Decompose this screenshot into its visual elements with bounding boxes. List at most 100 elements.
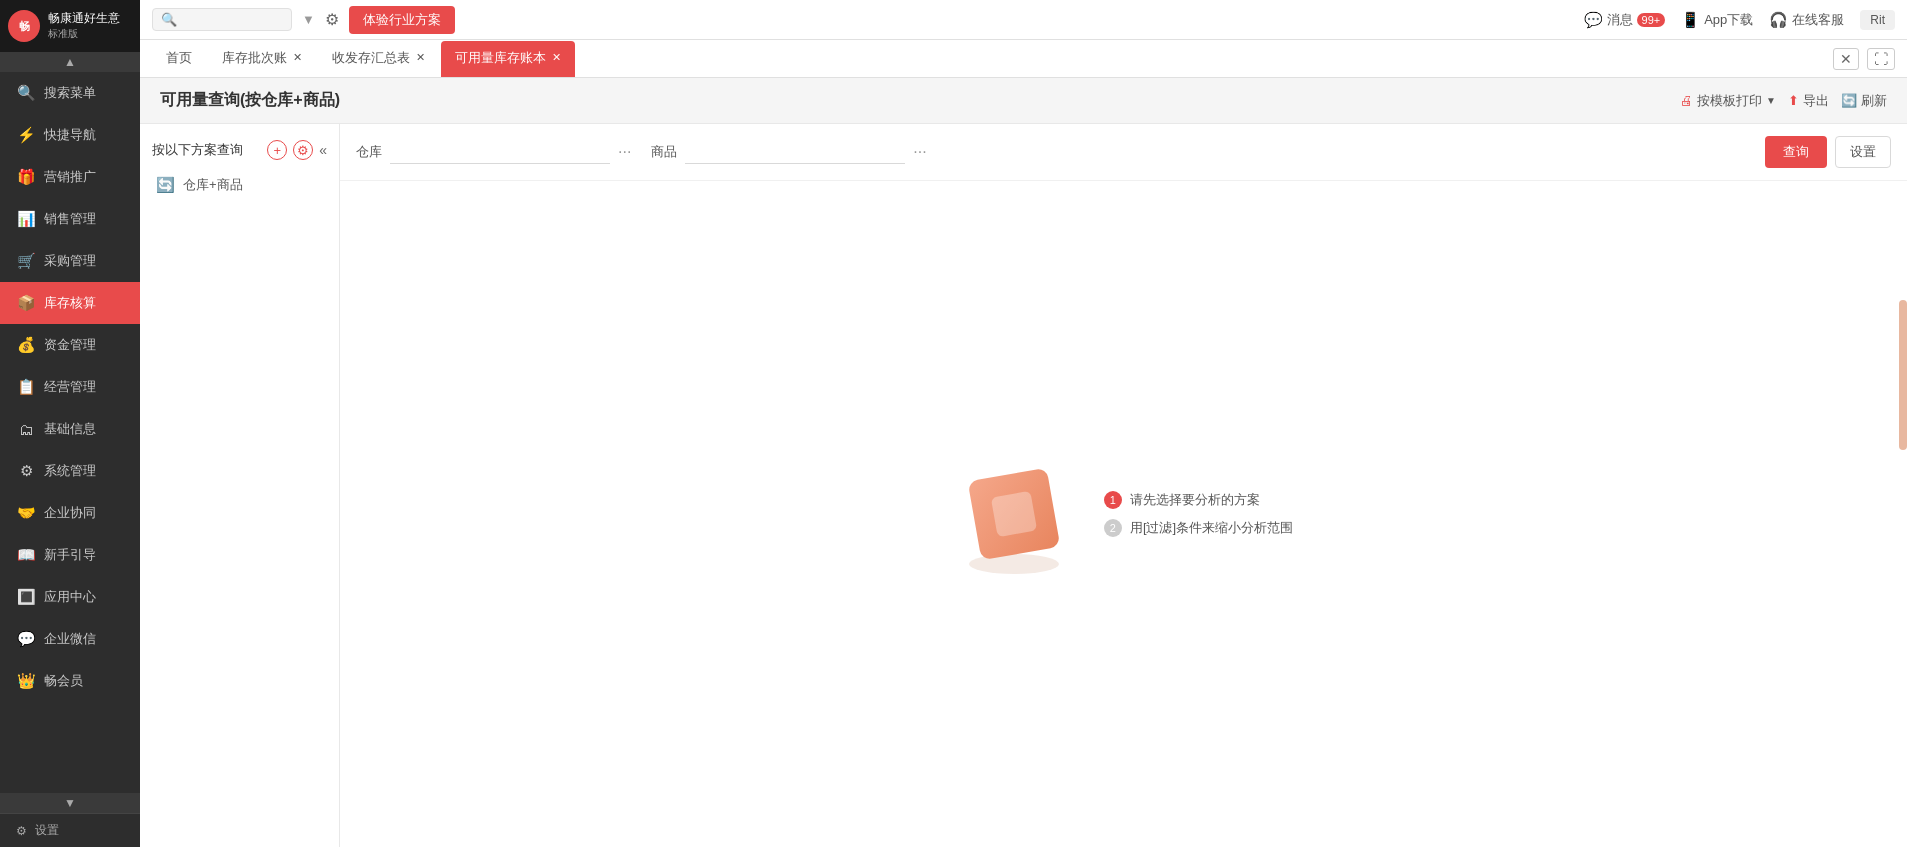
tab-batch-account-label: 库存批次账	[222, 49, 287, 67]
warehouse-more-btn[interactable]: ···	[618, 143, 631, 161]
query-actions: 查询 设置	[1765, 136, 1891, 168]
chart-icon: 📊	[16, 210, 36, 228]
warehouse-label: 仓库	[356, 143, 382, 161]
print-template-btn[interactable]: 🖨 按模板打印 ▼	[1680, 92, 1776, 110]
sidebar-item-basic-info[interactable]: 🗂 基础信息	[0, 408, 140, 450]
tab-home[interactable]: 首页	[152, 41, 206, 77]
page-header-actions: 🖨 按模板打印 ▼ ⬆ 导出 🔄 刷新	[1680, 92, 1887, 110]
filter-item-label: 仓库+商品	[183, 176, 243, 194]
phone-icon: 📱	[1681, 11, 1700, 29]
sidebar-item-newbie[interactable]: 📖 新手引导	[0, 534, 140, 576]
sidebar-item-system[interactable]: ⚙ 系统管理	[0, 450, 140, 492]
refresh-label: 刷新	[1861, 92, 1887, 110]
tab-batch-account-close[interactable]: ✕	[293, 52, 302, 63]
query-settings-btn[interactable]: 设置	[1835, 136, 1891, 168]
message-btn[interactable]: 💬 消息 99+	[1584, 11, 1666, 29]
trial-industry-btn[interactable]: 体验行业方案	[349, 6, 455, 34]
headset-icon: 🎧	[1769, 11, 1788, 29]
refresh-icon: 🔄	[1841, 93, 1857, 108]
empty-illustration	[954, 454, 1074, 574]
filter-add-btn[interactable]: +	[267, 140, 287, 160]
sidebar-item-marketing[interactable]: 🎁 营销推广	[0, 156, 140, 198]
sidebar-item-shortcut[interactable]: ⚡ 快捷导航	[0, 114, 140, 156]
sidebar-logo: 畅	[8, 10, 40, 42]
sidebar-footer-label: 设置	[35, 822, 59, 839]
refresh-btn[interactable]: 🔄 刷新	[1841, 92, 1887, 110]
hint-num-1: 1	[1104, 491, 1122, 509]
sidebar-item-sales[interactable]: 📊 销售管理	[0, 198, 140, 240]
tab-available-qty-close[interactable]: ✕	[552, 52, 561, 63]
online-service-btn[interactable]: 🎧 在线客服	[1769, 11, 1844, 29]
page-title: 可用量查询(按仓库+商品)	[160, 90, 340, 111]
sidebar-item-operations[interactable]: 📋 经营管理	[0, 366, 140, 408]
filter-header: 按以下方案查询 + ⚙ «	[140, 136, 339, 168]
page-header: 可用量查询(按仓库+商品) 🖨 按模板打印 ▼ ⬆ 导出 🔄 刷新	[140, 78, 1907, 124]
empty-box	[968, 468, 1061, 561]
sidebar-item-member[interactable]: 👑 畅会员	[0, 660, 140, 702]
sidebar-item-inventory[interactable]: 📦 库存核算	[0, 282, 140, 324]
empty-hint-1: 1 请先选择要分析的方案	[1104, 491, 1293, 509]
tab-collection-summary[interactable]: 收发存汇总表 ✕	[318, 41, 439, 77]
tab-available-qty[interactable]: 可用量库存账本 ✕	[441, 41, 575, 77]
filter-item-warehouse-product[interactable]: 🔄 仓库+商品	[140, 168, 339, 202]
empty-state-content: 1 请先选择要分析的方案 2 用[过滤]条件来缩小分析范围	[954, 454, 1293, 574]
sidebar-scroll-down[interactable]: ▼	[0, 793, 140, 813]
filter-gear-btn[interactable]: ⚙	[293, 140, 313, 160]
sidebar-item-enterprise-wechat[interactable]: 💬 企业微信	[0, 618, 140, 660]
search-icon: 🔍	[16, 84, 36, 102]
right-scrollbar[interactable]	[1899, 300, 1907, 450]
sidebar-footer[interactable]: ⚙ 设置	[0, 813, 140, 847]
warehouse-input[interactable]	[390, 140, 610, 164]
filter-collapse-btn[interactable]: «	[319, 142, 327, 158]
content-area: 按以下方案查询 + ⚙ « 🔄 仓库+商品 仓库 ···	[140, 124, 1907, 847]
query-btn[interactable]: 查询	[1765, 136, 1827, 168]
book-icon: 📖	[16, 546, 36, 564]
tab-collection-summary-close[interactable]: ✕	[416, 52, 425, 63]
hint-num-2: 2	[1104, 519, 1122, 537]
main-area: 🔍 ▼ ⚙ 体验行业方案 💬 消息 99+ 📱 App下载 🎧 在线客服 Rit	[140, 0, 1907, 847]
product-more-btn[interactable]: ···	[913, 143, 926, 161]
empty-state: 1 请先选择要分析的方案 2 用[过滤]条件来缩小分析范围	[340, 181, 1907, 847]
tab-maximize-btn[interactable]: ⛶	[1867, 48, 1895, 70]
sidebar-item-search[interactable]: 🔍 搜索菜单	[0, 72, 140, 114]
export-btn[interactable]: ⬆ 导出	[1788, 92, 1829, 110]
box-icon: 📦	[16, 294, 36, 312]
topbar-gear-icon[interactable]: ⚙	[325, 10, 339, 29]
tab-home-label: 首页	[166, 49, 192, 67]
app-download-label: App下载	[1704, 11, 1753, 29]
topbar-dropdown-arrow[interactable]: ▼	[302, 12, 315, 27]
sidebar-nav: 🔍 搜索菜单 ⚡ 快捷导航 🎁 营销推广 📊 销售管理 🛒 采购管理 📦 库存核…	[0, 72, 140, 793]
sidebar-scroll-up[interactable]: ▲	[0, 52, 140, 72]
sidebar: 畅 畅康通好生意 标准版 ▲ 🔍 搜索菜单 ⚡ 快捷导航 🎁 营销推广 📊 销售…	[0, 0, 140, 847]
sidebar-item-finance[interactable]: 💰 资金管理	[0, 324, 140, 366]
message-badge: 99+	[1637, 13, 1666, 27]
right-content: 仓库 ··· 商品 ··· 查询 设置	[340, 124, 1907, 847]
sidebar-title: 畅康通好生意	[48, 11, 120, 27]
export-label: 导出	[1803, 92, 1829, 110]
sidebar-header: 畅 畅康通好生意 标准版	[0, 0, 140, 52]
tab-close-btn[interactable]: ✕	[1833, 48, 1859, 70]
crown-icon: 👑	[16, 672, 36, 690]
product-label: 商品	[651, 143, 677, 161]
topbar-search-box: 🔍	[152, 8, 292, 31]
product-input[interactable]	[685, 140, 905, 164]
sidebar-item-purchase[interactable]: 🛒 采购管理	[0, 240, 140, 282]
gift-icon: 🎁	[16, 168, 36, 186]
sidebar-tag: 标准版	[48, 27, 120, 41]
query-bar: 仓库 ··· 商品 ··· 查询 设置	[340, 124, 1907, 181]
tab-batch-account[interactable]: 库存批次账 ✕	[208, 41, 316, 77]
print-dropdown-icon[interactable]: ▼	[1766, 95, 1776, 106]
topbar-search-input[interactable]	[181, 13, 281, 27]
print-template-label: 按模板打印	[1697, 92, 1762, 110]
cart-icon: 🛒	[16, 252, 36, 270]
hint-text-1: 请先选择要分析的方案	[1130, 491, 1260, 509]
handshake-icon: 🤝	[16, 504, 36, 522]
money-icon: 💰	[16, 336, 36, 354]
sidebar-item-app-center[interactable]: 🔳 应用中心	[0, 576, 140, 618]
empty-hints: 1 请先选择要分析的方案 2 用[过滤]条件来缩小分析范围	[1104, 491, 1293, 537]
empty-hint-2: 2 用[过滤]条件来缩小分析范围	[1104, 519, 1293, 537]
user-avatar[interactable]: Rit	[1860, 10, 1895, 30]
app-download-btn[interactable]: 📱 App下载	[1681, 11, 1753, 29]
sidebar-item-enterprise[interactable]: 🤝 企业协同	[0, 492, 140, 534]
settings-icon: ⚙	[16, 824, 27, 838]
